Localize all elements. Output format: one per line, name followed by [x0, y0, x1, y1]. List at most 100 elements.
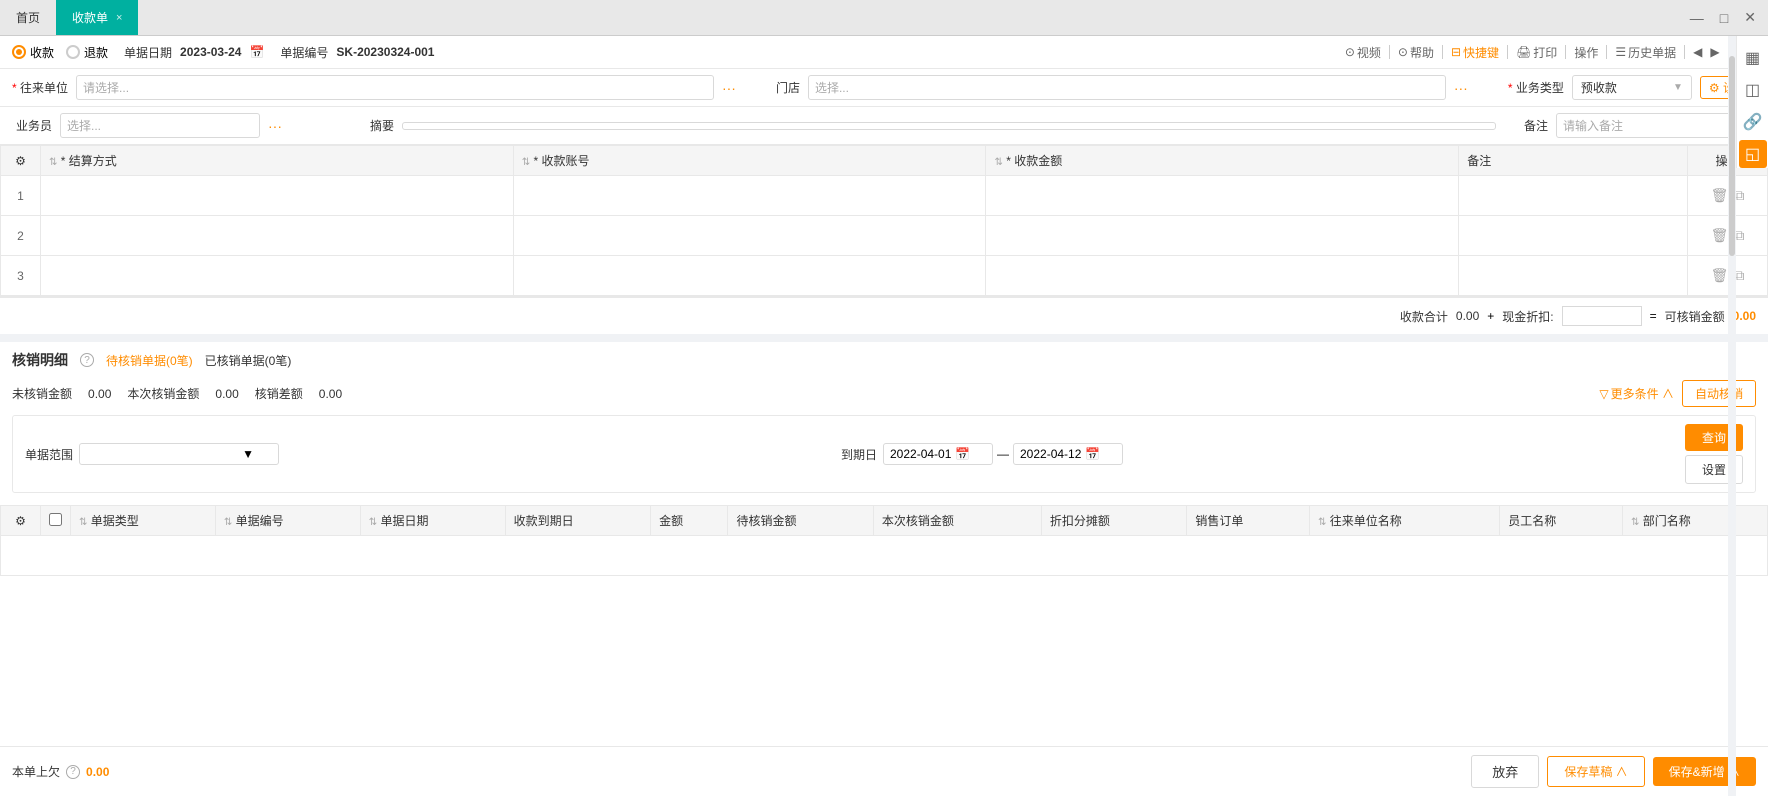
auto-verify-btn[interactable]: 自动核销: [1682, 380, 1756, 407]
sidebar-layout-icon[interactable]: ◱: [1739, 140, 1767, 168]
receipt-type-radio: 收款 退款: [12, 44, 108, 61]
row2-account[interactable]: [513, 216, 986, 256]
date-from-input[interactable]: 2022-04-01 📅: [883, 443, 993, 465]
row3-amount[interactable]: [986, 256, 1459, 296]
sidebar-table-icon[interactable]: ▦: [1739, 44, 1767, 72]
row3-delete-icon[interactable]: 🗑: [1711, 267, 1729, 284]
bth-checkbox[interactable]: [41, 506, 71, 536]
filter-icon: ▽: [1599, 387, 1608, 401]
store-input[interactable]: 选择...: [808, 75, 1446, 100]
sidebar-link-icon[interactable]: 🔗: [1739, 108, 1767, 136]
th-remark: 备注: [1459, 146, 1688, 176]
close-btn[interactable]: ✕: [1740, 9, 1760, 26]
verify-info-icon[interactable]: ?: [80, 353, 94, 367]
th-gear[interactable]: ⚙: [1, 146, 41, 176]
radio-receipt[interactable]: 收款: [12, 44, 54, 61]
calendar-from-icon: 📅: [955, 447, 970, 461]
bth-current: 本次核销金额: [873, 506, 1041, 536]
remark-input[interactable]: 请输入备注: [1556, 113, 1756, 138]
calc-total-value: 0.00: [1456, 309, 1479, 323]
bth-amount: 金额: [651, 506, 728, 536]
bth-gear[interactable]: ⚙: [1, 506, 41, 536]
row2-settlement[interactable]: [41, 216, 514, 256]
th-settlement: ⇅ * 结算方式: [41, 146, 514, 176]
maximize-btn[interactable]: □: [1716, 10, 1732, 26]
receipt-table-wrap: ⚙ ⇅ * 结算方式 ⇅ * 收款账号 ⇅ * 收款金额: [0, 145, 1768, 297]
nav-next[interactable]: ▶: [1710, 45, 1719, 59]
radio-refund-dot: [66, 45, 80, 59]
filter-btn[interactable]: ▽ 更多条件 ∧: [1599, 385, 1674, 402]
calendar-icon[interactable]: 📅: [249, 45, 264, 59]
video-icon: ⊙: [1345, 45, 1355, 59]
row2-amount[interactable]: [986, 216, 1459, 256]
counterpart-more-btn[interactable]: ···: [722, 80, 736, 96]
history-icon: ☰: [1615, 45, 1626, 59]
date-to-input[interactable]: 2022-04-12 📅: [1013, 443, 1123, 465]
history-btn[interactable]: ☰ 历史单据: [1615, 44, 1676, 61]
doc-date-group: 单据日期 2023-03-24 📅: [124, 44, 264, 61]
row2-delete-icon[interactable]: 🗑: [1711, 227, 1729, 244]
calc-discount-label: 现金折扣:: [1502, 308, 1553, 325]
table-row: 3 🗑 ⧉: [1, 256, 1768, 296]
row1-delete-icon[interactable]: 🗑: [1711, 187, 1729, 204]
tab-current[interactable]: 收款单 ×: [56, 0, 138, 35]
remark-label: 备注: [1524, 117, 1548, 134]
help-btn[interactable]: ⊙ 帮助: [1398, 44, 1434, 61]
store-label: 门店: [776, 79, 800, 96]
summary-input[interactable]: [402, 122, 1496, 130]
row3-account[interactable]: [513, 256, 986, 296]
salesperson-more-btn[interactable]: ···: [268, 118, 282, 134]
save-new-btn[interactable]: 保存&新增 ∧: [1653, 757, 1756, 786]
divider4: [1565, 45, 1566, 59]
discard-btn[interactable]: 放弃: [1471, 755, 1539, 788]
video-btn[interactable]: ⊙ 视频: [1345, 44, 1381, 61]
row3-remark[interactable]: [1459, 256, 1688, 296]
scrollbar-area[interactable]: [1728, 36, 1736, 796]
salesperson-input[interactable]: 选择...: [60, 113, 260, 138]
scrollbar-thumb[interactable]: [1729, 56, 1735, 256]
range-select[interactable]: ▼: [79, 443, 279, 465]
sidebar-book-icon[interactable]: ◫: [1739, 76, 1767, 104]
bth-discount: 折扣分摊额: [1041, 506, 1186, 536]
tab-home[interactable]: 首页: [0, 0, 56, 35]
save-draft-btn[interactable]: 保存草稿 ∧: [1547, 756, 1644, 787]
bth-pending: 待核销金额: [728, 506, 873, 536]
bottom-table-wrap: ⚙ ⇅ 单据类型 ⇅ 单据编号 ⇅ 单据日期: [0, 505, 1768, 746]
operation-btn[interactable]: 操作: [1574, 44, 1598, 61]
bottom-info-icon[interactable]: ?: [66, 765, 80, 779]
toolbar-actions: ⊙ 视频 ⊙ 帮助 ⊟ 快捷键 🖨 打印 操作: [1345, 42, 1756, 62]
bottom-table-empty-row: [1, 536, 1768, 576]
table-row: 1 🗑 ⧉: [1, 176, 1768, 216]
row3-settlement[interactable]: [41, 256, 514, 296]
doc-date-label: 单据日期: [124, 44, 172, 61]
divider2: [1442, 45, 1443, 59]
biz-type-select[interactable]: 预收款 ▼: [1572, 75, 1692, 100]
nav-prev[interactable]: ◀: [1693, 45, 1702, 59]
radio-refund[interactable]: 退款: [66, 44, 108, 61]
row1-remark[interactable]: [1459, 176, 1688, 216]
bth-doc-date: ⇅ 单据日期: [360, 506, 505, 536]
divider1: [1389, 45, 1390, 59]
row2-remark[interactable]: [1459, 216, 1688, 256]
row1-settlement[interactable]: [41, 176, 514, 216]
shortcut-icon: ⊟: [1451, 45, 1461, 59]
verify-done-tab[interactable]: 已核销单据(0笔): [205, 352, 292, 369]
bth-doc-number: ⇅ 单据编号: [215, 506, 360, 536]
shortcut-btn[interactable]: ⊟ 快捷键: [1451, 44, 1499, 61]
th-account: ⇅ * 收款账号: [513, 146, 986, 176]
diff-value: 0.00: [319, 387, 342, 401]
row1-amount[interactable]: [986, 176, 1459, 216]
doc-date-value: 2023-03-24: [180, 45, 241, 59]
calc-available-label: 可核销金额: [1665, 308, 1725, 325]
counterpart-input[interactable]: 请选择...: [76, 75, 714, 100]
store-more-btn[interactable]: ···: [1454, 80, 1468, 96]
current-verify-label: 本次核销金额: [127, 385, 199, 402]
select-all-checkbox[interactable]: [49, 513, 62, 526]
tab-close-icon[interactable]: ×: [116, 12, 122, 24]
calc-discount-input[interactable]: [1562, 306, 1642, 326]
minimize-btn[interactable]: —: [1686, 10, 1708, 26]
row3-num: 3: [1, 256, 41, 296]
row1-account[interactable]: [513, 176, 986, 216]
print-btn[interactable]: 🖨 打印: [1516, 44, 1557, 61]
verify-pending-tab[interactable]: 待核销单据(0笔): [106, 352, 193, 369]
